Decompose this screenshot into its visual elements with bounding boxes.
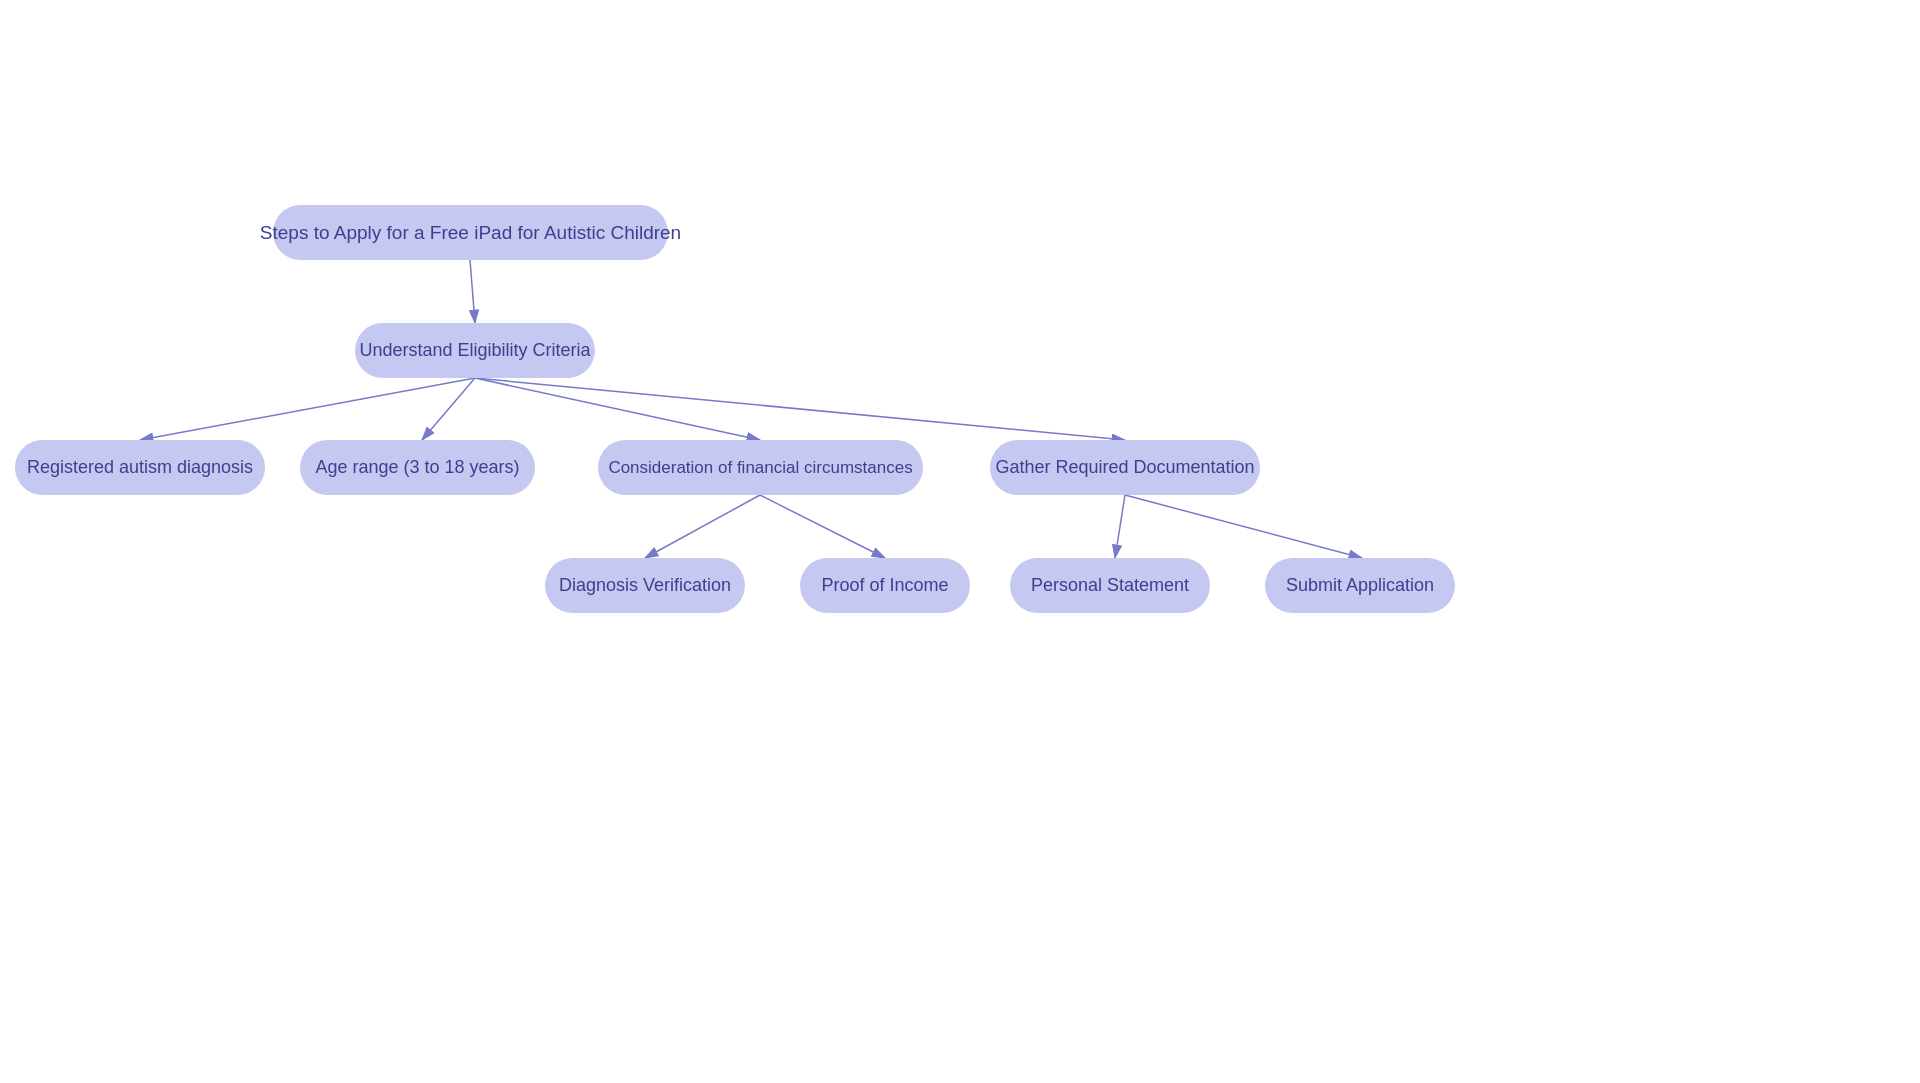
diagram-container: Steps to Apply for a Free iPad for Autis… xyxy=(0,0,1920,1083)
connections-svg xyxy=(0,0,1920,1083)
submit-node: Submit Application xyxy=(1265,558,1455,613)
diagnosis-node: Diagnosis Verification xyxy=(545,558,745,613)
svg-line-2 xyxy=(140,378,475,440)
svg-line-9 xyxy=(1125,495,1362,558)
autism-node: Registered autism diagnosis xyxy=(15,440,265,495)
svg-line-1 xyxy=(470,260,475,323)
income-node: Proof of Income xyxy=(800,558,970,613)
svg-line-5 xyxy=(475,378,1125,440)
svg-line-6 xyxy=(645,495,760,558)
svg-line-7 xyxy=(760,495,885,558)
financial-node: Consideration of financial circumstances xyxy=(598,440,923,495)
svg-line-4 xyxy=(475,378,760,440)
eligibility-node: Understand Eligibility Criteria xyxy=(355,323,595,378)
root-node: Steps to Apply for a Free iPad for Autis… xyxy=(273,205,668,260)
svg-line-8 xyxy=(1115,495,1125,558)
svg-line-3 xyxy=(422,378,475,440)
gather-node: Gather Required Documentation xyxy=(990,440,1260,495)
age-node: Age range (3 to 18 years) xyxy=(300,440,535,495)
statement-node: Personal Statement xyxy=(1010,558,1210,613)
